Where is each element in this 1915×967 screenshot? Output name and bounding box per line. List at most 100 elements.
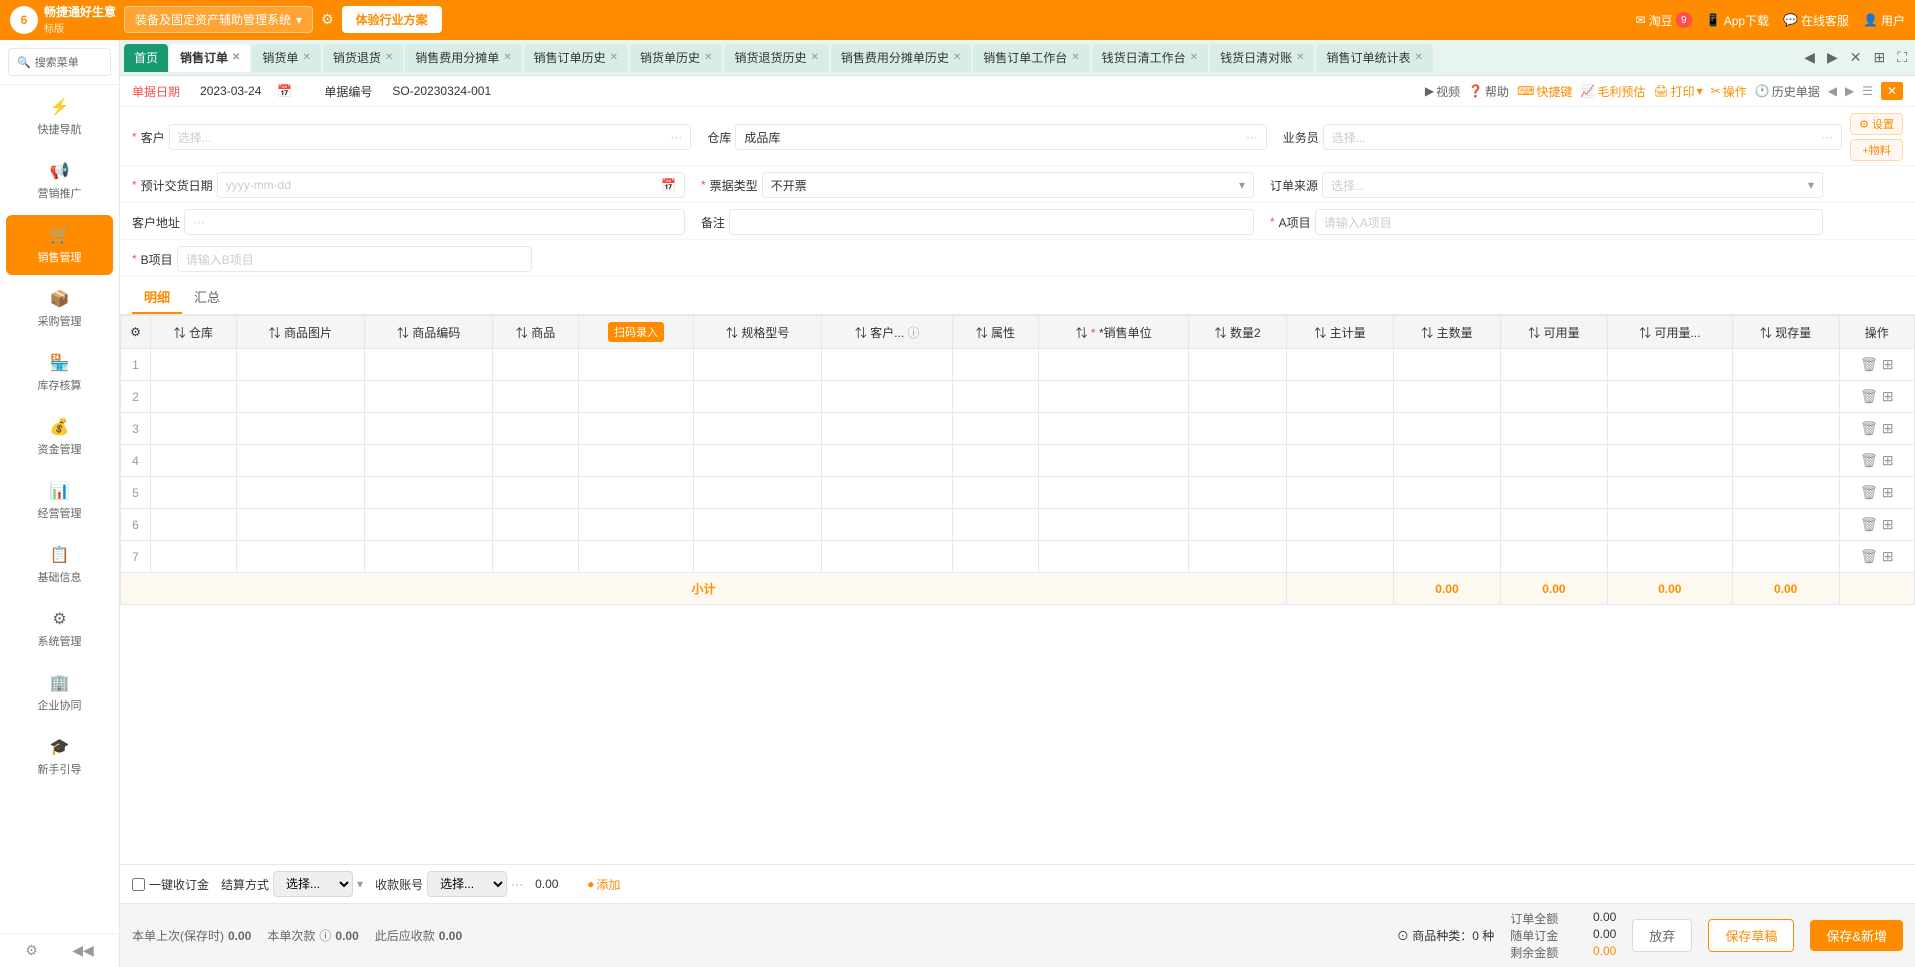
row-unit[interactable] <box>1038 381 1189 413</box>
sidebar-item-basic-info[interactable]: 📋 基础信息 <box>6 535 113 595</box>
row-main-qty[interactable] <box>1393 541 1500 573</box>
row-customer-info[interactable] <box>822 477 953 509</box>
row-qty2[interactable] <box>1189 477 1287 509</box>
row-code[interactable] <box>364 541 492 573</box>
sidebar-item-system[interactable]: ⚙ 系统管理 <box>6 599 113 659</box>
row-copy-btn[interactable]: ⊞ <box>1882 452 1894 469</box>
tab-sales-order[interactable]: 销售订单 ✕ <box>170 44 250 72</box>
tab-invoice-history[interactable]: 销货单历史 ✕ <box>630 44 722 72</box>
user-btn[interactable]: 👤 用户 <box>1863 12 1905 29</box>
row-qty2[interactable] <box>1189 381 1287 413</box>
invoice-type-select[interactable]: 不开票 ▾ <box>762 172 1254 198</box>
row-stock[interactable] <box>1732 445 1839 477</box>
tab-daily-clear[interactable]: 钱货日清工作台 ✕ <box>1092 44 1208 72</box>
row-available[interactable] <box>1500 413 1607 445</box>
order-source-select[interactable]: 选择... ▾ <box>1322 172 1823 198</box>
scan-input-btn[interactable]: 扫码录入 <box>608 322 664 342</box>
sidebar-item-inventory[interactable]: 🏪 库存核算 <box>6 343 113 403</box>
row-available2[interactable] <box>1607 349 1732 381</box>
row-main-qty[interactable] <box>1393 381 1500 413</box>
row-warehouse[interactable] <box>151 509 237 541</box>
tab-close-invoice-history[interactable]: ✕ <box>704 52 712 63</box>
tab-detail[interactable]: 明细 <box>132 281 182 314</box>
row-attrs[interactable] <box>953 477 1039 509</box>
row-image[interactable] <box>236 477 364 509</box>
row-unit[interactable] <box>1038 349 1189 381</box>
tab-close-order-workspace[interactable]: ✕ <box>1071 52 1079 63</box>
delivery-date-input[interactable]: yyyy-mm-dd 📅 <box>217 172 685 198</box>
row-main-qty[interactable] <box>1393 509 1500 541</box>
row-delete-btn[interactable]: 🗑 <box>1860 388 1878 405</box>
row-product[interactable] <box>493 509 579 541</box>
sidebar-item-sales[interactable]: 🛒 销售管理 <box>6 215 113 275</box>
row-main-qty[interactable] <box>1393 413 1500 445</box>
list-view-btn[interactable]: ☰ <box>1862 84 1873 98</box>
view-video-btn[interactable]: ▶ 视频 <box>1425 83 1460 100</box>
row-main-qty[interactable] <box>1393 349 1500 381</box>
row-product[interactable] <box>493 477 579 509</box>
tab-order-workspace[interactable]: 销售订单工作台 ✕ <box>973 44 1089 72</box>
row-warehouse[interactable] <box>151 541 237 573</box>
tab-close-expense-history[interactable]: ✕ <box>953 52 961 63</box>
row-warehouse[interactable] <box>151 477 237 509</box>
row-main-unit[interactable] <box>1286 477 1393 509</box>
row-unit[interactable] <box>1038 445 1189 477</box>
row-delete-btn[interactable]: 🗑 <box>1860 452 1878 469</box>
row-available2[interactable] <box>1607 445 1732 477</box>
customer-addr-input[interactable]: ··· <box>184 209 685 235</box>
row-delete-btn[interactable]: 🗑 <box>1860 356 1878 373</box>
print-btn[interactable]: 🖨 打印 ▾ <box>1653 83 1702 100</box>
row-product[interactable] <box>493 541 579 573</box>
row-product[interactable] <box>493 381 579 413</box>
row-stock[interactable] <box>1732 477 1839 509</box>
tab-close-daily-clear[interactable]: ✕ <box>1190 52 1198 63</box>
sidebar-item-operations[interactable]: 📊 经营管理 <box>6 471 113 531</box>
tab-expense-history[interactable]: 销售费用分摊单历史 ✕ <box>831 44 971 72</box>
tab-summary[interactable]: 汇总 <box>182 281 232 314</box>
tab-close-sales-summary[interactable]: ✕ <box>1415 52 1423 63</box>
row-available[interactable] <box>1500 541 1607 573</box>
nav-left-btn[interactable]: ◀ <box>1828 84 1837 98</box>
row-copy-btn[interactable]: ⊞ <box>1882 516 1894 533</box>
row-image[interactable] <box>236 349 364 381</box>
discard-btn[interactable]: 放弃 <box>1632 919 1692 952</box>
tab-next-btn[interactable]: ▶ <box>1823 49 1842 66</box>
row-available2[interactable] <box>1607 381 1732 413</box>
row-main-unit[interactable] <box>1286 413 1393 445</box>
row-available[interactable] <box>1500 477 1607 509</box>
one-click-checkbox[interactable] <box>132 878 145 891</box>
row-qty2[interactable] <box>1189 413 1287 445</box>
row-available2[interactable] <box>1607 541 1732 573</box>
row-stock[interactable] <box>1732 381 1839 413</box>
calendar-icon[interactable]: 📅 <box>277 84 292 98</box>
row-unit[interactable] <box>1038 477 1189 509</box>
row-customer-info[interactable] <box>822 381 953 413</box>
row-customer-info[interactable] <box>822 541 953 573</box>
row-available[interactable] <box>1500 381 1607 413</box>
nav-right-btn[interactable]: ▶ <box>1845 84 1854 98</box>
app-download-btn[interactable]: 📱 App下载 <box>1706 12 1769 29</box>
shortcut-btn[interactable]: ⌨ 快捷键 <box>1517 83 1572 100</box>
row-available2[interactable] <box>1607 477 1732 509</box>
search-menu-button[interactable]: 🔍 搜索菜单 <box>8 48 111 76</box>
row-customer-info[interactable] <box>822 445 953 477</box>
profit-forecast-btn[interactable]: 📈 毛利预估 <box>1580 83 1645 100</box>
save-new-btn[interactable]: 保存&新增 <box>1810 920 1903 951</box>
online-service-btn[interactable]: 💬 在线客服 <box>1783 12 1849 29</box>
messages-btn[interactable]: ✉ 淘豆 9 <box>1636 12 1692 29</box>
row-delete-btn[interactable]: 🗑 <box>1860 484 1878 501</box>
sidebar-item-guide[interactable]: 🎓 新手引导 <box>6 727 113 787</box>
row-spec[interactable] <box>694 509 822 541</box>
tab-sales-expense[interactable]: 销售费用分摊单 ✕ <box>405 44 521 72</box>
row-main-qty[interactable] <box>1393 445 1500 477</box>
row-product[interactable] <box>493 413 579 445</box>
row-product[interactable] <box>493 349 579 381</box>
row-attrs[interactable] <box>953 509 1039 541</box>
row-main-unit[interactable] <box>1286 541 1393 573</box>
tab-close-daily-reconcile[interactable]: ✕ <box>1296 52 1304 63</box>
row-code[interactable] <box>364 477 492 509</box>
row-attrs[interactable] <box>953 445 1039 477</box>
row-image[interactable] <box>236 509 364 541</box>
row-stock[interactable] <box>1732 509 1839 541</box>
row-available2[interactable] <box>1607 509 1732 541</box>
